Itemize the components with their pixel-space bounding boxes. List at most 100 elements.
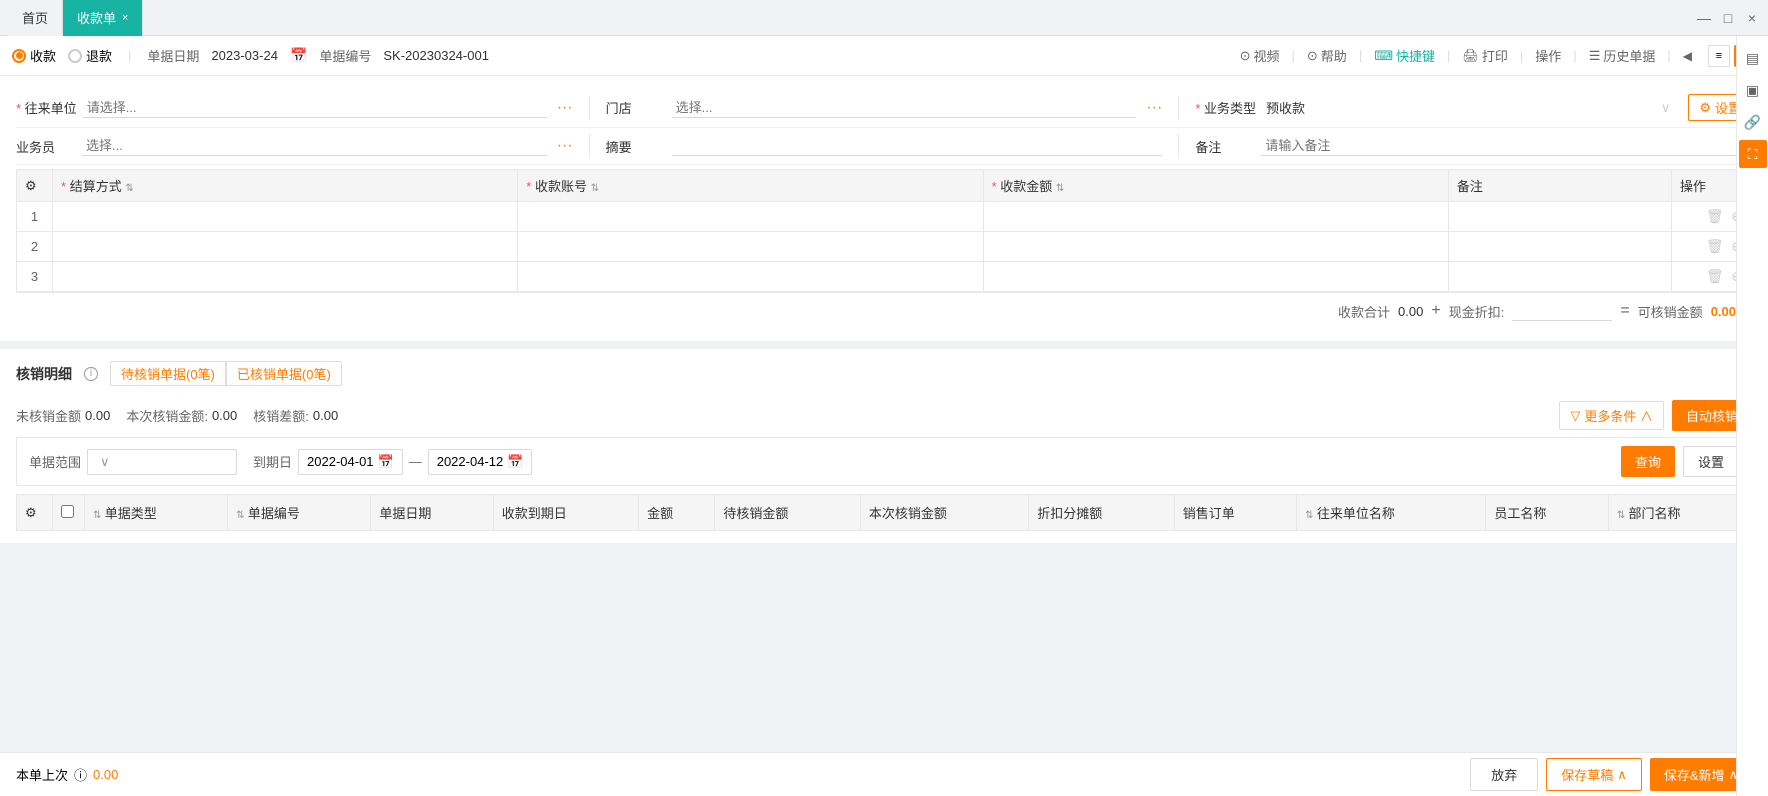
summary-input[interactable] [672, 136, 1163, 156]
biz-type-field: 业务类型 预收款 ∨ ⚙ 设置 [1195, 94, 1752, 121]
date-separator: — [409, 454, 422, 469]
calendar-icon[interactable]: 📅 [290, 47, 307, 64]
right-panel-icon-2[interactable]: ▣ [1739, 76, 1767, 104]
abandon-button[interactable]: 放弃 [1470, 758, 1538, 791]
done-tab[interactable]: 已核销单据(0笔) [226, 361, 342, 386]
date-end-input[interactable]: 2022-04-12 📅 [428, 449, 533, 475]
date-start-input[interactable]: 2022-04-01 📅 [298, 449, 403, 475]
query-label: 查询 [1635, 455, 1661, 470]
payment-method-header: * 结算方式 ⇅ [53, 170, 518, 202]
detail-settings-header[interactable]: ⚙ [17, 495, 53, 531]
maximize-button[interactable]: □ [1720, 10, 1736, 26]
cal-start-icon[interactable]: 📅 [378, 454, 394, 470]
form-row-2: 业务员 ··· 摘要 备注 [16, 128, 1752, 165]
sort-partner[interactable]: ⇅ [1305, 510, 1313, 521]
print-btn[interactable]: 🖨 打印 [1462, 46, 1508, 65]
save-draft-button[interactable]: 保存草稿 ∧ [1546, 758, 1642, 791]
tab-close-icon[interactable]: × [122, 12, 128, 24]
sort-dept[interactable]: ⇅ [1617, 510, 1625, 521]
pending-tab[interactable]: 待核销单据(0笔) [110, 361, 226, 386]
minimize-button[interactable]: — [1696, 10, 1712, 26]
receipt-radio[interactable]: 收款 [12, 46, 56, 65]
sep4: | [1447, 48, 1450, 63]
video-label: 视频 [1253, 46, 1279, 65]
list-view-icon[interactable]: ≡ [1708, 45, 1730, 67]
refund-radio[interactable]: 退款 [68, 46, 112, 65]
done-tab-label: 已核销单据(0笔) [237, 367, 331, 382]
partner-input[interactable] [83, 98, 547, 118]
sort-bill-no[interactable]: ⇅ [236, 510, 244, 521]
stats-row: 未核销金额 0.00 本次核销金额: 0.00 核销差额: 0.00 ▽ 更多条… [16, 394, 1752, 437]
sort-bill-type[interactable]: ⇅ [93, 510, 101, 521]
row-2-payment[interactable] [53, 232, 518, 262]
help-btn[interactable]: ⊙ 帮助 [1307, 46, 1347, 65]
row-3-delete-icon[interactable]: 🗑 [1706, 268, 1724, 284]
prev-btn[interactable]: ◀ [1683, 49, 1692, 63]
right-panel-icon-3[interactable]: 🔗 [1739, 108, 1767, 136]
row-1-delete-icon[interactable]: 🗑 [1706, 208, 1724, 224]
row-1-amount[interactable] [983, 202, 1448, 232]
sort-icon-amount[interactable]: ⇅ [1056, 183, 1064, 194]
biz-type-chevron[interactable]: ∨ [1661, 100, 1671, 116]
store-input[interactable] [672, 98, 1137, 118]
tab-receipt[interactable]: 收款单 × [63, 0, 143, 36]
divider2 [1178, 96, 1179, 120]
cal-end-icon[interactable]: 📅 [507, 454, 523, 470]
sep5: | [1520, 48, 1523, 63]
select-all-checkbox[interactable] [61, 505, 74, 518]
row-2-delete-icon[interactable]: 🗑 [1706, 238, 1724, 254]
sep2: | [1292, 48, 1295, 63]
amount-label: 收款金额 [1000, 179, 1052, 194]
table-row: 3 🗑 ⊕ [17, 262, 1752, 292]
video-btn[interactable]: ⊙ 视频 [1240, 46, 1280, 65]
partner-header-d: ⇅ 往来单位名称 [1297, 495, 1486, 531]
payment-method-label: 结算方式 [70, 179, 122, 194]
row-1-account[interactable] [518, 202, 983, 232]
table-settings-header[interactable]: ⚙ [17, 170, 53, 202]
query-button[interactable]: 查询 [1621, 446, 1675, 477]
more-filter-button[interactable]: ▽ 更多条件 ∧ [1559, 401, 1664, 430]
discount-input[interactable] [1512, 301, 1612, 321]
row-3-payment[interactable] [53, 262, 518, 292]
staff-more-icon[interactable]: ··· [557, 137, 573, 155]
toolbar-right-actions: ⊙ 视频 | ⊙ 帮助 | ⌨ 快捷键 | 🖨 打印 | 操作 | ☰ 历史单据… [1240, 45, 1756, 67]
print-icon: 🖨 [1462, 48, 1479, 64]
partner-more-icon[interactable]: ··· [557, 99, 573, 117]
row-2-amount[interactable] [983, 232, 1448, 262]
footer-info-value: 0.00 [93, 767, 118, 782]
detail-table: ⚙ ⇅ 单据类型 ⇅ 单据编号 单据日期 [16, 494, 1752, 531]
right-panel-icon-4[interactable]: ⛶ [1739, 140, 1767, 168]
right-panel-icon-1[interactable]: ▤ [1739, 44, 1767, 72]
row-2-account[interactable] [518, 232, 983, 262]
row-2-remark[interactable] [1448, 232, 1671, 262]
writeoff-info-icon[interactable]: i [84, 367, 98, 381]
due-label: 到期日 [253, 452, 292, 471]
remark-input[interactable] [1261, 136, 1752, 156]
divider3 [589, 134, 590, 158]
stats-right: ▽ 更多条件 ∧ 自动核销 [1559, 400, 1752, 431]
print-label: 打印 [1482, 46, 1508, 65]
row-1-remark[interactable] [1448, 202, 1671, 232]
bill-type-header: ⇅ 单据类型 [85, 495, 228, 531]
tab-home[interactable]: 首页 [8, 0, 63, 36]
range-select[interactable]: ∨ [87, 449, 237, 475]
row-1-payment[interactable] [53, 202, 518, 232]
close-button[interactable]: × [1744, 10, 1760, 26]
row-3-remark[interactable] [1448, 262, 1671, 292]
shortcut-icon: ⌨ [1374, 48, 1393, 64]
store-more-icon[interactable]: ··· [1146, 99, 1162, 117]
row-3-amount[interactable] [983, 262, 1448, 292]
footer-info-icon[interactable]: ⓘ [74, 765, 87, 784]
staff-input[interactable] [82, 136, 547, 156]
shortcut-btn[interactable]: ⌨ 快捷键 [1374, 46, 1435, 65]
history-btn[interactable]: ☰ 历史单据 [1589, 46, 1656, 65]
filter-settings-button[interactable]: 设置 [1683, 446, 1739, 477]
sort-icon-payment[interactable]: ⇅ [125, 183, 133, 194]
diff-value: 0.00 [313, 408, 338, 423]
row-3-account[interactable] [518, 262, 983, 292]
sep1: | [128, 48, 131, 63]
current-label: 本次核销金额: [126, 406, 208, 425]
operation-btn[interactable]: 操作 [1535, 46, 1561, 65]
pending-label: 待核销金额 [723, 506, 788, 521]
sort-icon-account[interactable]: ⇅ [591, 183, 599, 194]
